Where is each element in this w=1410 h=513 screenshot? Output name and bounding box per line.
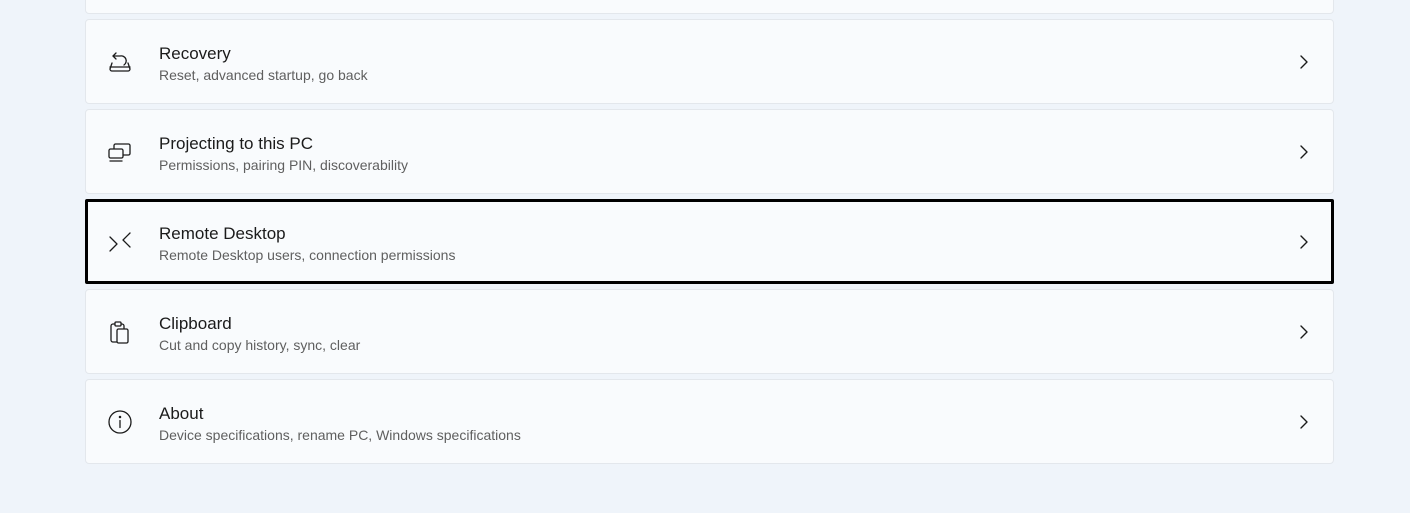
chevron-right-icon (1295, 53, 1313, 71)
chevron-right-icon (1295, 413, 1313, 431)
settings-item-recovery[interactable]: Recovery Reset, advanced startup, go bac… (85, 19, 1334, 104)
settings-item-remote-desktop[interactable]: Remote Desktop Remote Desktop users, con… (85, 199, 1334, 284)
settings-item-subtitle: Reset, advanced startup, go back (159, 67, 368, 83)
settings-item-clipboard[interactable]: Clipboard Cut and copy history, sync, cl… (85, 289, 1334, 374)
settings-card-partial[interactable] (85, 0, 1334, 14)
settings-item-subtitle: Permissions, pairing PIN, discoverabilit… (159, 157, 408, 173)
settings-item-projecting[interactable]: Projecting to this PC Permissions, pairi… (85, 109, 1334, 194)
settings-item-subtitle: Remote Desktop users, connection permiss… (159, 247, 456, 263)
projecting-icon (106, 138, 134, 166)
remote-desktop-icon (106, 228, 134, 256)
recovery-icon (106, 48, 134, 76)
settings-item-subtitle: Cut and copy history, sync, clear (159, 337, 361, 353)
settings-item-title: Projecting to this PC (159, 134, 314, 153)
chevron-right-icon (1295, 323, 1313, 341)
chevron-right-icon (1295, 233, 1313, 251)
settings-item-subtitle: Device specifications, rename PC, Window… (159, 427, 521, 443)
settings-item-about[interactable]: About Device specifications, rename PC, … (85, 379, 1334, 464)
clipboard-icon (106, 318, 134, 346)
info-icon (106, 408, 134, 436)
settings-item-title: Recovery (159, 44, 231, 63)
settings-item-title: Clipboard (159, 314, 232, 333)
settings-item-title: Remote Desktop (159, 224, 286, 243)
settings-item-title: About (159, 404, 204, 423)
settings-list: Recovery Reset, advanced startup, go bac… (85, 0, 1334, 469)
chevron-right-icon (1295, 143, 1313, 161)
